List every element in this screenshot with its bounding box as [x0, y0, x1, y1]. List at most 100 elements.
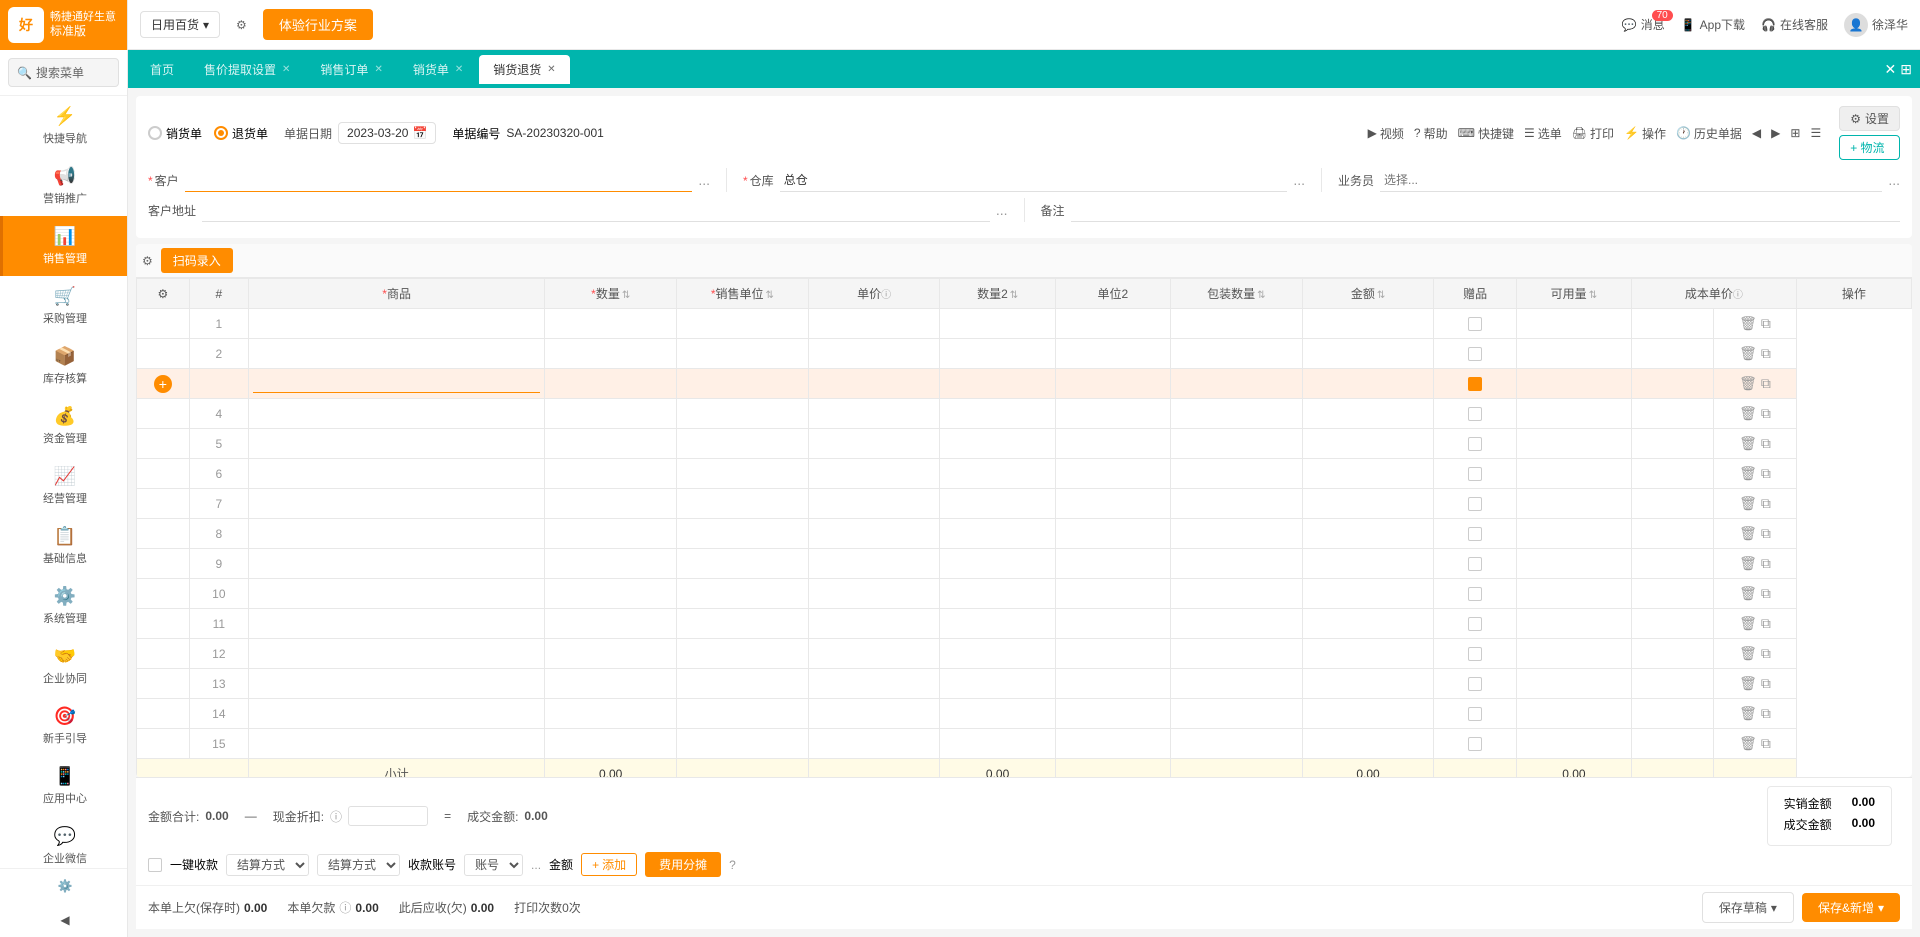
one-click-payment-checkbox[interactable]	[148, 858, 162, 872]
account-method-select[interactable]: 结算方式	[226, 854, 309, 876]
copy-icon-8[interactable]: ⧉	[1761, 525, 1771, 542]
row-amount-3[interactable]	[1302, 369, 1434, 399]
copy-icon-5[interactable]: ⧉	[1761, 435, 1771, 452]
row-qty2-8[interactable]	[940, 519, 1055, 549]
help-btn[interactable]: ? 帮助	[1414, 125, 1448, 142]
row-unit-10[interactable]	[677, 579, 809, 609]
row-qty2-13[interactable]	[940, 669, 1055, 699]
row-amount-6[interactable]	[1302, 459, 1434, 489]
delete-icon-11[interactable]: 🗑	[1739, 615, 1757, 632]
row-qty-2[interactable]	[545, 339, 677, 369]
row-unit-1[interactable]	[677, 309, 809, 339]
grid-view-btn[interactable]: ⊞	[1790, 126, 1800, 140]
row-unit-8[interactable]	[677, 519, 809, 549]
app-download-button[interactable]: 📱 App下载	[1681, 16, 1745, 33]
row-qty-11[interactable]	[545, 609, 677, 639]
delete-icon-8[interactable]: 🗑	[1739, 525, 1757, 542]
row-pkgqty-9[interactable]	[1170, 549, 1302, 579]
copy-icon-4[interactable]: ⧉	[1761, 405, 1771, 422]
sidebar-item-10[interactable]: 🤝企业协同	[0, 636, 127, 696]
sidebar-item-12[interactable]: 📱应用中心	[0, 756, 127, 816]
gift-checkbox-5[interactable]	[1468, 437, 1482, 451]
row-price-10[interactable]	[808, 579, 940, 609]
delete-icon-5[interactable]: 🗑	[1739, 435, 1757, 452]
row-price-7[interactable]	[808, 489, 940, 519]
row-amount-2[interactable]	[1302, 339, 1434, 369]
copy-icon-1[interactable]: ⧉	[1761, 315, 1771, 332]
warehouse-input[interactable]	[780, 169, 1288, 192]
gift-checkbox-13[interactable]	[1468, 677, 1482, 691]
row-amount-4[interactable]	[1302, 399, 1434, 429]
industry-dropdown[interactable]: 日用百货 ▾	[140, 11, 220, 38]
row-pkgqty-2[interactable]	[1170, 339, 1302, 369]
row-product-9[interactable]	[248, 549, 544, 579]
row-product-2[interactable]	[248, 339, 544, 369]
date-input[interactable]: 2023-03-20 📅	[338, 122, 436, 144]
copy-icon-6[interactable]: ⧉	[1761, 465, 1771, 482]
row-unit-12[interactable]	[677, 639, 809, 669]
gift-checkbox-12[interactable]	[1468, 647, 1482, 661]
row-unit-5[interactable]	[677, 429, 809, 459]
add-row-button[interactable]: +	[154, 375, 172, 393]
row-unit-6[interactable]	[677, 459, 809, 489]
add-logistics-button[interactable]: + 物流	[1839, 135, 1900, 160]
note-input[interactable]	[1071, 199, 1900, 222]
row-price-3[interactable]	[808, 369, 940, 399]
save-draft-button[interactable]: 保存草稿 ▾	[1702, 892, 1794, 923]
video-btn[interactable]: ▶ 视频	[1368, 125, 1404, 142]
row-qty-15[interactable]	[545, 729, 677, 759]
row-qty-8[interactable]	[545, 519, 677, 549]
sidebar-item-11[interactable]: 🎯新手引导	[0, 696, 127, 756]
sidebar-item-9[interactable]: ⚙️系统管理	[0, 576, 127, 636]
select-btn[interactable]: ☰ 选单	[1524, 125, 1562, 142]
unit-sorter[interactable]: ⇅	[766, 290, 774, 301]
gear-icon[interactable]: ⚙	[142, 254, 153, 268]
shortcut-btn[interactable]: ⌨ 快捷键	[1458, 125, 1514, 142]
row-product-13[interactable]	[248, 669, 544, 699]
gift-checkbox-15[interactable]	[1468, 737, 1482, 751]
row-qty-3[interactable]	[545, 369, 677, 399]
row-price-13[interactable]	[808, 669, 940, 699]
row-unit-13[interactable]	[677, 669, 809, 699]
gift-checkbox-8[interactable]	[1468, 527, 1482, 541]
row-price-4[interactable]	[808, 399, 940, 429]
save-new-button[interactable]: 保存&新增 ▾	[1802, 893, 1900, 922]
delete-icon-13[interactable]: 🗑	[1739, 675, 1757, 692]
delete-icon-9[interactable]: 🗑	[1739, 555, 1757, 572]
row-amount-5[interactable]	[1302, 429, 1434, 459]
row-product-8[interactable]	[248, 519, 544, 549]
row-pkgqty-5[interactable]	[1170, 429, 1302, 459]
row-qty2-14[interactable]	[940, 699, 1055, 729]
message-button[interactable]: 💬 消息 70	[1622, 16, 1665, 33]
gift-checkbox-3[interactable]	[1468, 377, 1482, 391]
row-amount-9[interactable]	[1302, 549, 1434, 579]
sidebar-item-1[interactable]: ⚡快捷导航	[0, 96, 127, 156]
row-pkgqty-10[interactable]	[1170, 579, 1302, 609]
row-unit-9[interactable]	[677, 549, 809, 579]
row-unit-3[interactable]	[677, 369, 809, 399]
row-unit-15[interactable]	[677, 729, 809, 759]
delete-icon-10[interactable]: 🗑	[1739, 585, 1757, 602]
row-pkgqty-13[interactable]	[1170, 669, 1302, 699]
gift-checkbox-1[interactable]	[1468, 317, 1482, 331]
sidebar-item-collapse[interactable]: ◀	[0, 903, 127, 937]
copy-icon-12[interactable]: ⧉	[1761, 645, 1771, 662]
row-qty-12[interactable]	[545, 639, 677, 669]
row-price-6[interactable]	[808, 459, 940, 489]
copy-icon-10[interactable]: ⧉	[1761, 585, 1771, 602]
row-price-9[interactable]	[808, 549, 940, 579]
row-qty-1[interactable]	[545, 309, 677, 339]
user-info[interactable]: 👤 徐泽华	[1844, 13, 1908, 37]
copy-icon-2[interactable]: ⧉	[1761, 345, 1771, 362]
row-amount-10[interactable]	[1302, 579, 1434, 609]
sidebar-item-settings-bottom[interactable]: ⚙️	[0, 869, 127, 903]
gift-checkbox-9[interactable]	[1468, 557, 1482, 571]
row-amount-14[interactable]	[1302, 699, 1434, 729]
row-qty2-12[interactable]	[940, 639, 1055, 669]
account-no-select[interactable]: 账号	[464, 854, 523, 876]
row-unit-2[interactable]	[677, 339, 809, 369]
row-amount-12[interactable]	[1302, 639, 1434, 669]
row-amount-8[interactable]	[1302, 519, 1434, 549]
gift-checkbox-7[interactable]	[1468, 497, 1482, 511]
address-input[interactable]	[202, 199, 990, 222]
